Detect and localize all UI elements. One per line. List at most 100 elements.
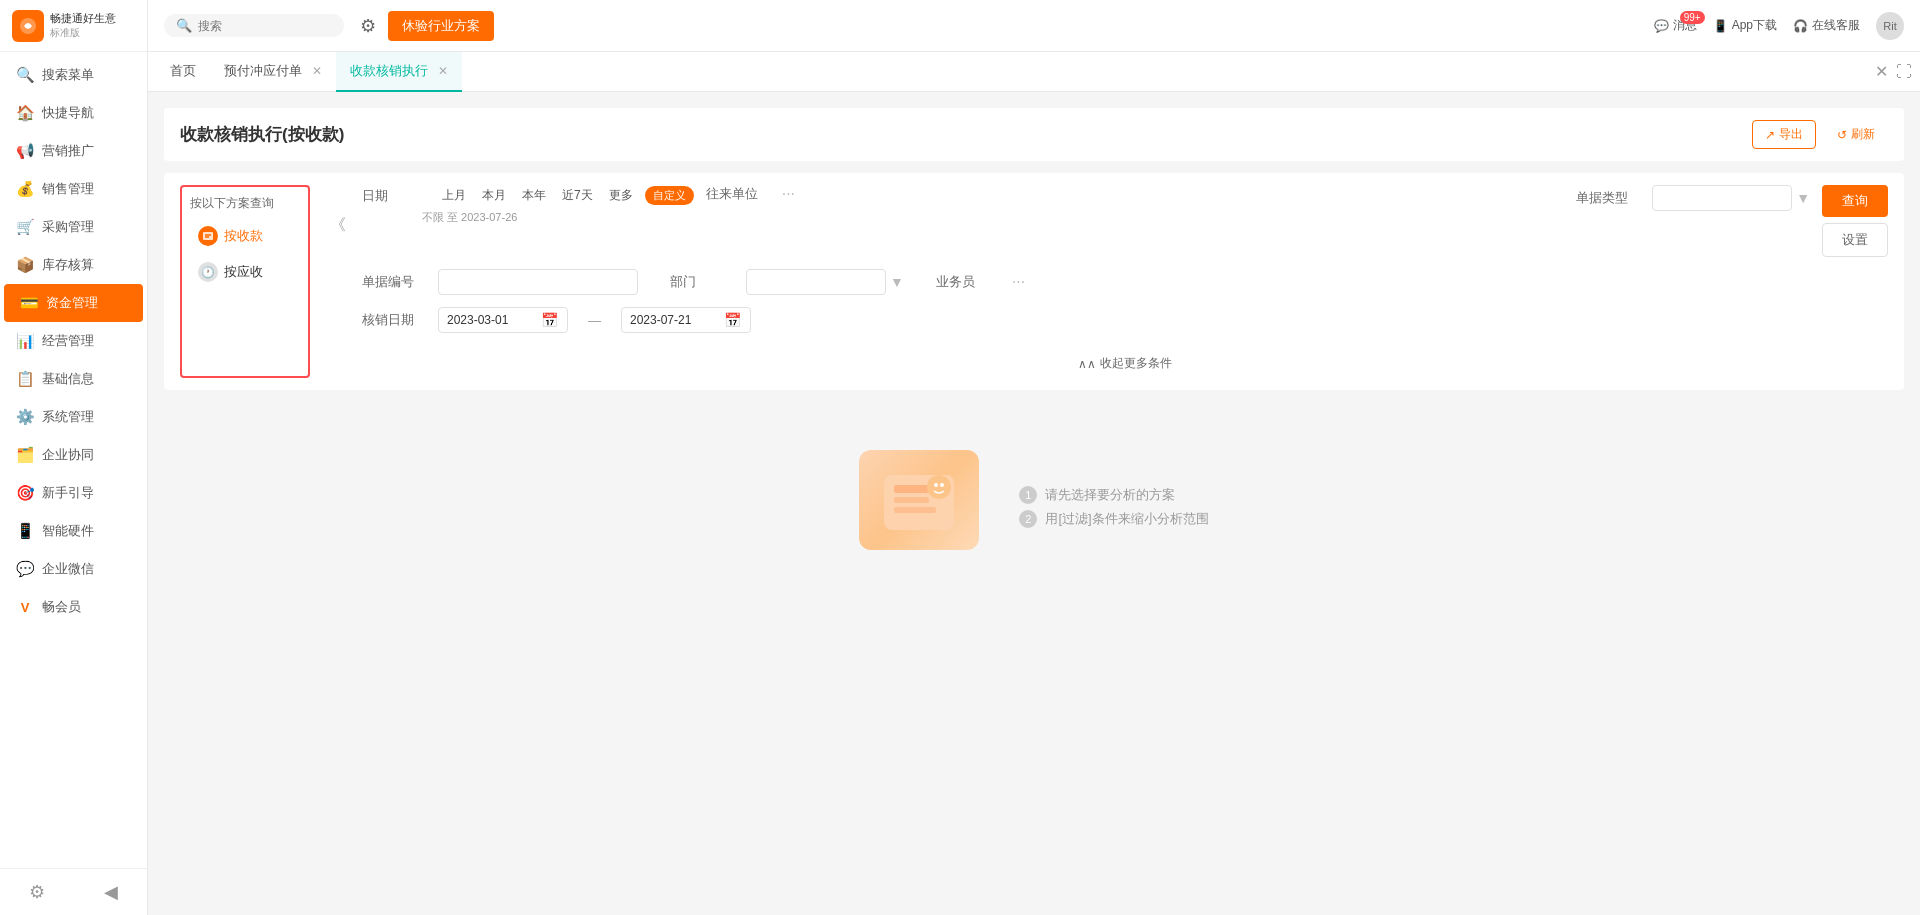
query-button[interactable]: 查询 xyxy=(1822,185,1888,217)
export-button[interactable]: ↗ 导出 xyxy=(1752,120,1816,149)
sidebar-item-enterprise[interactable]: 🗂️ 企业协同 xyxy=(0,436,147,474)
doctype-select[interactable] xyxy=(1652,185,1792,211)
date-this-month[interactable]: 本月 xyxy=(478,185,510,206)
service-btn[interactable]: 🎧 在线客服 xyxy=(1793,17,1860,34)
tab-receive-verify-label: 收款核销执行 xyxy=(350,62,428,80)
finance-icon: 💳 xyxy=(20,294,38,312)
search-input[interactable] xyxy=(198,19,318,33)
collapse-more-btn[interactable]: ∧∧ 收起更多条件 xyxy=(362,349,1888,378)
verify-date-start-input[interactable] xyxy=(447,313,537,327)
sidebar-nav: 🔍 搜索菜单 🏠 快捷导航 📢 营销推广 💰 销售管理 🛒 采购管理 📦 库存核… xyxy=(0,52,147,868)
sidebar-item-wechat[interactable]: 💬 企业微信 xyxy=(0,550,147,588)
app-icon: 📱 xyxy=(1713,19,1728,33)
guide-icon: 🎯 xyxy=(16,484,34,502)
sidebar-item-label: 采购管理 xyxy=(42,218,94,236)
refresh-button[interactable]: ↺ 刷新 xyxy=(1824,120,1888,149)
calendar-end-icon[interactable]: 📅 xyxy=(724,312,741,328)
sidebar-bottom: ⚙ ◀ xyxy=(0,868,147,915)
sidebar-item-guide[interactable]: 🎯 新手引导 xyxy=(0,474,147,512)
topbar-search-box[interactable]: 🔍 xyxy=(164,14,344,37)
date-separator: — xyxy=(588,313,601,328)
sidebar-item-label: 企业协同 xyxy=(42,446,94,464)
empty-illustration xyxy=(859,450,979,550)
employee-row: 业务员 ··· xyxy=(936,273,1025,291)
sidebar: 畅捷通好生意 标准版 🔍 搜索菜单 🏠 快捷导航 📢 营销推广 💰 销售管理 🛒… xyxy=(0,0,148,915)
logo-text: 畅捷通好生意 xyxy=(50,11,116,25)
date-filter-row: 日期 上月 本月 本年 近7天 更多 自定义 xyxy=(362,185,694,206)
refresh-icon: ↺ xyxy=(1837,128,1847,142)
docno-row: 单据编号 xyxy=(362,269,638,295)
basic-icon: 📋 xyxy=(16,370,34,388)
dept-select[interactable] xyxy=(746,269,886,295)
date-more[interactable]: 更多 xyxy=(605,185,637,206)
settings-bottom-button[interactable]: ⚙ xyxy=(25,877,49,907)
svg-point-8 xyxy=(927,475,951,499)
sidebar-item-sales[interactable]: 💰 销售管理 xyxy=(0,170,147,208)
page-header: 收款核销执行(按收款) ↗ 导出 ↺ 刷新 xyxy=(164,108,1904,161)
content-area: 收款核销执行(按收款) ↗ 导出 ↺ 刷新 按以下方案查询 xyxy=(148,92,1920,915)
tab-receive-verify[interactable]: 收款核销执行 ✕ xyxy=(336,52,462,92)
sidebar-item-basic[interactable]: 📋 基础信息 xyxy=(0,360,147,398)
filter-option-by-receipt[interactable]: 按收款 xyxy=(190,220,300,252)
chevron-up-icon: ∧∧ xyxy=(1078,357,1096,371)
date-last-month[interactable]: 上月 xyxy=(438,185,470,206)
docno-label: 单据编号 xyxy=(362,273,422,291)
sidebar-item-label: 销售管理 xyxy=(42,180,94,198)
sidebar-item-search[interactable]: 🔍 搜索菜单 xyxy=(0,56,147,94)
settings-icon[interactable]: ⚙ xyxy=(360,15,376,37)
avatar: Rit xyxy=(1876,12,1904,40)
date-this-year[interactable]: 本年 xyxy=(518,185,550,206)
tab-prepay-close[interactable]: ✕ xyxy=(312,64,322,78)
user-name: Rit xyxy=(1883,20,1896,32)
main-area: 🔍 ⚙ 休验行业方案 💬 消息 99+ 📱 App下载 🎧 在线客服 Rit xyxy=(148,0,1920,915)
tab-receive-verify-close[interactable]: ✕ xyxy=(438,64,448,78)
sidebar-item-label: 搜索菜单 xyxy=(42,66,94,84)
docno-input[interactable] xyxy=(438,269,638,295)
message-btn[interactable]: 💬 消息 99+ xyxy=(1654,17,1697,34)
system-icon: ⚙️ xyxy=(16,408,34,426)
svg-point-9 xyxy=(934,483,938,487)
tab-home[interactable]: 首页 xyxy=(156,52,210,92)
verify-date-row: 核销日期 📅 — 📅 xyxy=(362,307,1888,333)
sidebar-item-operation[interactable]: 📊 经营管理 xyxy=(0,322,147,360)
counterpart-dots: ··· xyxy=(782,185,795,203)
user-btn[interactable]: Rit xyxy=(1876,12,1904,40)
sidebar-item-inventory[interactable]: 📦 库存核算 xyxy=(0,246,147,284)
refresh-label: 刷新 xyxy=(1851,126,1875,143)
expand-icon[interactable]: ⛶ xyxy=(1896,63,1912,81)
tab-prepay[interactable]: 预付冲应付单 ✕ xyxy=(210,52,336,92)
calendar-start-icon[interactable]: 📅 xyxy=(541,312,558,328)
logo-sub: 标准版 xyxy=(50,26,116,40)
sidebar-item-purchase[interactable]: 🛒 采购管理 xyxy=(0,208,147,246)
settings-button[interactable]: 设置 xyxy=(1822,223,1888,257)
verify-date-end-input[interactable] xyxy=(630,313,720,327)
close-tab-icon[interactable]: ✕ xyxy=(1875,62,1888,81)
svg-rect-6 xyxy=(894,497,929,503)
query-actions: 查询 设置 xyxy=(1822,185,1888,257)
verify-date-label: 核销日期 xyxy=(362,311,422,329)
filter-main: 日期 上月 本月 本年 近7天 更多 自定义 不限 至 2023-0 xyxy=(362,185,1888,378)
tip-text-2: 用[过滤]条件来缩小分析范围 xyxy=(1045,510,1208,528)
sidebar-item-marketing[interactable]: 📢 营销推广 xyxy=(0,132,147,170)
sidebar-item-system[interactable]: ⚙️ 系统管理 xyxy=(0,398,147,436)
sidebar-item-finance[interactable]: 💳 资金管理 xyxy=(4,284,143,322)
export-icon: ↗ xyxy=(1765,128,1775,142)
industry-btn[interactable]: 休验行业方案 xyxy=(388,11,494,41)
filter-option-by-receipt-label: 按收款 xyxy=(224,227,263,245)
filter-option-by-receivable[interactable]: 🕐 按应收 xyxy=(190,256,300,288)
sales-icon: 💰 xyxy=(16,180,34,198)
sidebar-item-smart[interactable]: 📱 智能硬件 xyxy=(0,512,147,550)
tabbar-actions: ✕ ⛶ xyxy=(1875,62,1920,81)
app-download-btn[interactable]: 📱 App下载 xyxy=(1713,17,1777,34)
marketing-icon: 📢 xyxy=(16,142,34,160)
date-custom[interactable]: 自定义 xyxy=(645,186,694,205)
search-icon: 🔍 xyxy=(176,18,192,33)
sidebar-item-member[interactable]: V 畅会员 xyxy=(0,588,147,626)
sidebar-item-quick-nav[interactable]: 🏠 快捷导航 xyxy=(0,94,147,132)
tab-home-label: 首页 xyxy=(170,62,196,80)
date-label: 日期 xyxy=(362,187,422,205)
filter-collapse-btn[interactable]: 《 xyxy=(330,215,346,236)
date-last-7days[interactable]: 近7天 xyxy=(558,185,597,206)
collapse-sidebar-button[interactable]: ◀ xyxy=(100,877,122,907)
receivable-icon: 🕐 xyxy=(198,262,218,282)
